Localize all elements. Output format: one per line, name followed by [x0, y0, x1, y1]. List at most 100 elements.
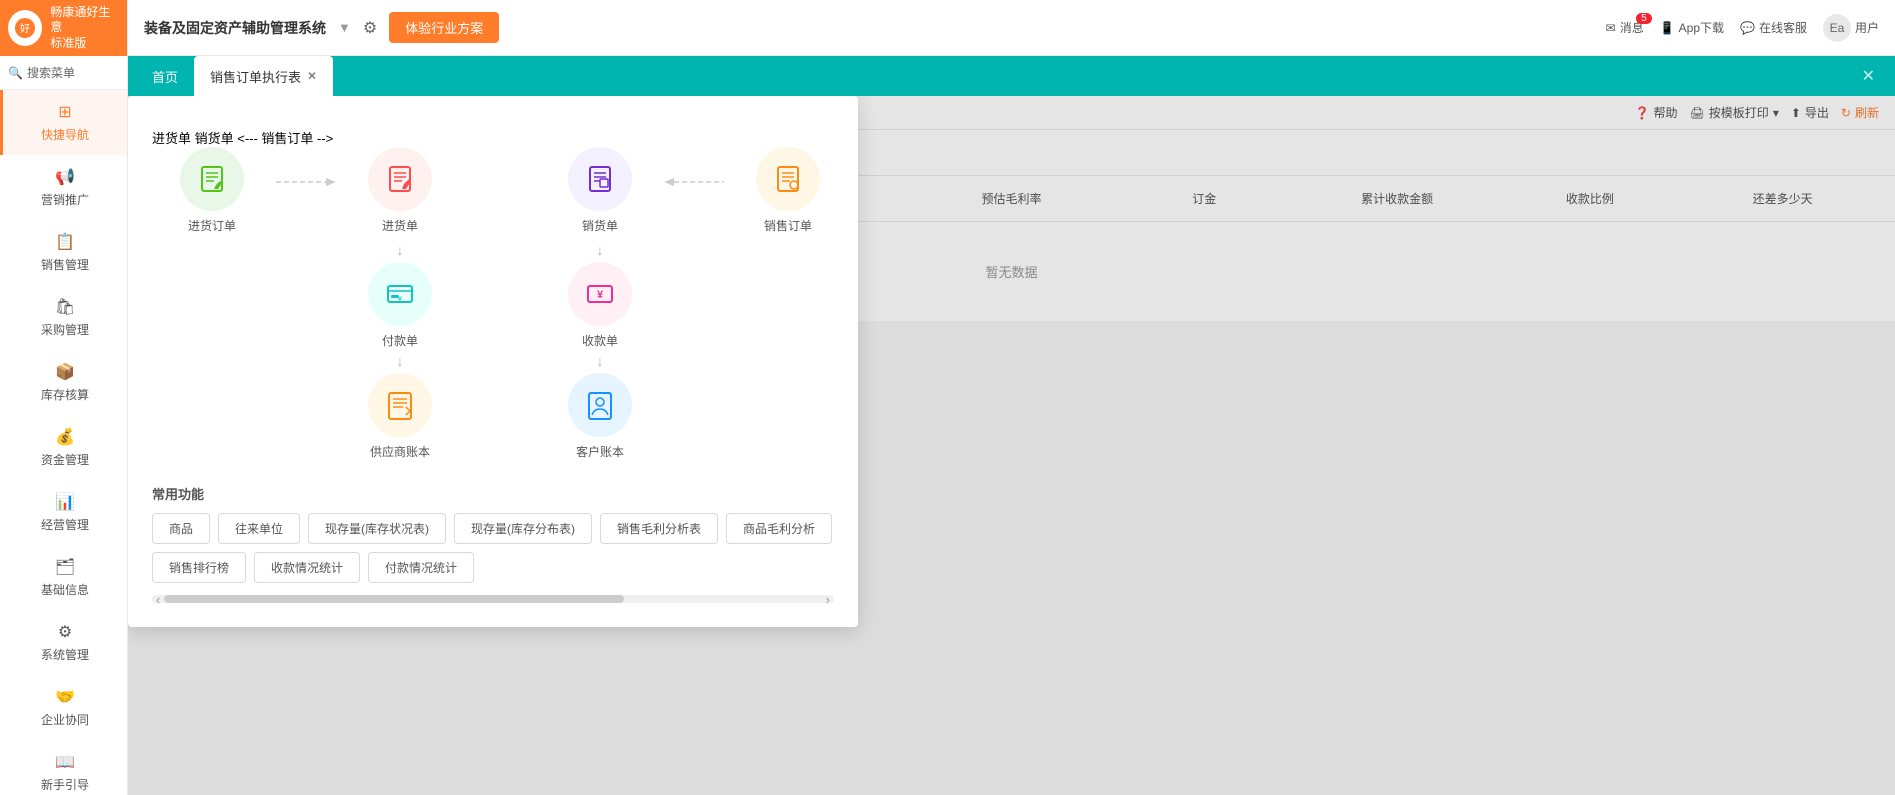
receipt-label: 收款单 [582, 332, 618, 349]
func-btn-stock-status[interactable]: 现存量(库存状况表) [308, 513, 446, 544]
scrollbar-thumb[interactable] [164, 595, 624, 603]
sales-bill-label: 销货单 [582, 217, 618, 234]
sidebar-item-system[interactable]: ⚙ 系统管理 [0, 610, 127, 675]
content-area: ❓ 帮助 🖨 按模板打印 ▾ ⬆ 导出 ↻ 刷新 [128, 96, 1895, 795]
flow-node-supplier[interactable]: 供应商账本 [340, 373, 460, 460]
tab-close-icon[interactable]: ✕ [307, 69, 317, 83]
inventory-icon: 📦 [55, 362, 75, 382]
payment-label: 付款单 [382, 332, 418, 349]
message-badge: 5 [1636, 13, 1652, 24]
system-name: 装备及固定资产辅助管理系统 [144, 18, 326, 38]
func-btn-goods-gross[interactable]: 商品毛利分析 [726, 513, 832, 544]
popup-panel: 进货单 销货单 <--- 销售订单 --> [128, 96, 858, 627]
sidebar-item-enterprise[interactable]: 🤝 企业协同 [0, 675, 127, 740]
flow-node-payment[interactable]: ¥ 付款单 [340, 262, 460, 349]
flow-node-customer[interactable]: 客户账本 [540, 373, 660, 460]
scroll-right-btn[interactable]: › [822, 592, 834, 607]
customer-label: 客户账本 [576, 443, 624, 460]
arrow-down-receipt: ↓ [568, 353, 632, 369]
sidebar-item-operations[interactable]: 📊 经营管理 [0, 480, 127, 545]
finance-icon: 💰 [55, 427, 75, 447]
logo-icon: 好 [8, 10, 42, 46]
popup-scrollbar[interactable]: ‹ › [152, 595, 834, 603]
logo-text: 畅康通好生意 标准版 [50, 5, 119, 52]
sidebar-item-sales[interactable]: 📋 销售管理 [0, 220, 127, 285]
svg-text:好: 好 [20, 23, 30, 35]
service-icon: 💬 [1740, 21, 1755, 35]
operations-icon: 📊 [55, 492, 75, 512]
guide-icon: 📖 [55, 752, 75, 772]
sidebar-nav: ⊞ 快捷导航 📢 营销推广 📋 销售管理 🛍 采购管理 📦 库存核算 💰 [0, 90, 127, 795]
func-btn-sales-rank[interactable]: 销售排行榜 [152, 552, 246, 583]
svg-text:¥: ¥ [398, 296, 402, 303]
search-icon: 🔍 [8, 66, 23, 80]
experience-btn[interactable]: 体验行业方案 [389, 12, 499, 43]
basic-info-icon: 🗂 [55, 557, 75, 577]
func-btns-row1: 商品 往来单位 现存量(库存状况表) 现存量(库存分布表) 销售毛利分析表 商品… [152, 513, 834, 544]
flow-node-purchase-order[interactable]: 进货订单 [152, 147, 272, 234]
scrollbar-track[interactable] [164, 595, 821, 603]
tab-close-all-btn[interactable]: ✕ [1850, 66, 1887, 86]
receipt-icon: ¥ [568, 262, 632, 326]
purchase-bill-icon [368, 147, 432, 211]
flow-diagram: 进货单 销货单 <--- 销售订单 --> [152, 120, 834, 476]
system-icon: ⚙ [58, 622, 72, 642]
func-btn-partner[interactable]: 往来单位 [218, 513, 300, 544]
arrow-down-payment: ↓ [368, 353, 432, 369]
common-functions-title: 常用功能 [152, 484, 834, 503]
online-service-btn[interactable]: 💬 在线客服 [1740, 19, 1807, 36]
svg-text:¥: ¥ [597, 289, 604, 301]
sales-order-icon [756, 147, 820, 211]
popup-overlay[interactable]: 进货单 销货单 <--- 销售订单 --> [128, 96, 1895, 795]
flow-node-sales-bill[interactable]: 销货单 [540, 147, 660, 234]
flow-node-purchase-bill[interactable]: 进货单 [340, 147, 460, 234]
sidebar-item-marketing[interactable]: 📢 营销推广 [0, 155, 127, 220]
sidebar-item-purchase[interactable]: 🛍 采购管理 [0, 285, 127, 350]
func-btn-payment-stats[interactable]: 付款情况统计 [368, 552, 474, 583]
sales-order-label: 销售订单 [764, 217, 812, 234]
func-btn-receipt-stats[interactable]: 收款情况统计 [254, 552, 360, 583]
func-btn-goods[interactable]: 商品 [152, 513, 210, 544]
tab-home[interactable]: 首页 [136, 56, 194, 96]
app-download-btn[interactable]: 📱 App下载 [1660, 19, 1724, 36]
sidebar-item-finance[interactable]: 💰 资金管理 [0, 415, 127, 480]
topbar: 装备及固定资产辅助管理系统 ▼ ⚙ 体验行业方案 ✉ 消息 5 📱 App下载 … [128, 0, 1895, 56]
purchase-order-label: 进货订单 [188, 217, 236, 234]
purchase-order-icon [180, 147, 244, 211]
tab-sales-order[interactable]: 销售订单执行表 ✕ [194, 56, 333, 96]
sidebar-search[interactable]: 🔍 搜索菜单 [0, 56, 127, 90]
sales-order-tab-label: 销售订单执行表 [210, 67, 301, 86]
user-profile[interactable]: Ea 用户 [1823, 14, 1879, 42]
func-btn-sales-gross[interactable]: 销售毛利分析表 [600, 513, 718, 544]
sidebar-item-guide[interactable]: 📖 新手引导 [0, 740, 127, 795]
scroll-left-btn[interactable]: ‹ [152, 592, 164, 607]
arrow-down-sales: ↓ [568, 242, 632, 258]
supplier-icon [368, 373, 432, 437]
main-area: 装备及固定资产辅助管理系统 ▼ ⚙ 体验行业方案 ✉ 消息 5 📱 App下载 … [128, 0, 1895, 795]
sidebar-item-quick-nav[interactable]: ⊞ 快捷导航 [0, 90, 127, 155]
topbar-dropdown-icon[interactable]: ▼ [338, 20, 351, 35]
func-btns-row2: 销售排行榜 收款情况统计 付款情况统计 [152, 552, 834, 583]
sales-bill-icon [568, 147, 632, 211]
func-btn-stock-dist[interactable]: 现存量(库存分布表) [454, 513, 592, 544]
common-functions: 常用功能 商品 往来单位 现存量(库存状况表) 现存量(库存分布表) 销售毛利分… [152, 484, 834, 583]
avatar: Ea [1823, 14, 1851, 42]
purchase-icon: 🛍 [55, 297, 75, 317]
settings-icon[interactable]: ⚙ [363, 18, 377, 38]
flow-node-receipt[interactable]: ¥ 收款单 [540, 262, 660, 349]
sidebar: 好 畅康通好生意 标准版 🔍 搜索菜单 ⊞ 快捷导航 📢 营销推广 📋 销售管理 [0, 0, 128, 795]
marketing-icon: 📢 [55, 167, 75, 187]
message-icon: ✉ [1606, 21, 1616, 35]
message-btn[interactable]: ✉ 消息 5 [1606, 19, 1644, 36]
app-icon: 📱 [1660, 21, 1675, 35]
flow-node-sales-order[interactable]: 销售订单 [728, 147, 848, 234]
sidebar-item-basic-info[interactable]: 🗂 基础信息 [0, 545, 127, 610]
purchase-bill-label: 进货单 [382, 217, 418, 234]
payment-icon: ¥ [368, 262, 432, 326]
quick-nav-icon: ⊞ [58, 102, 71, 122]
supplier-label: 供应商账本 [370, 443, 430, 460]
home-tab-label: 首页 [152, 67, 178, 86]
sales-icon: 📋 [55, 232, 75, 252]
sidebar-item-inventory[interactable]: 📦 库存核算 [0, 350, 127, 415]
customer-icon [568, 373, 632, 437]
